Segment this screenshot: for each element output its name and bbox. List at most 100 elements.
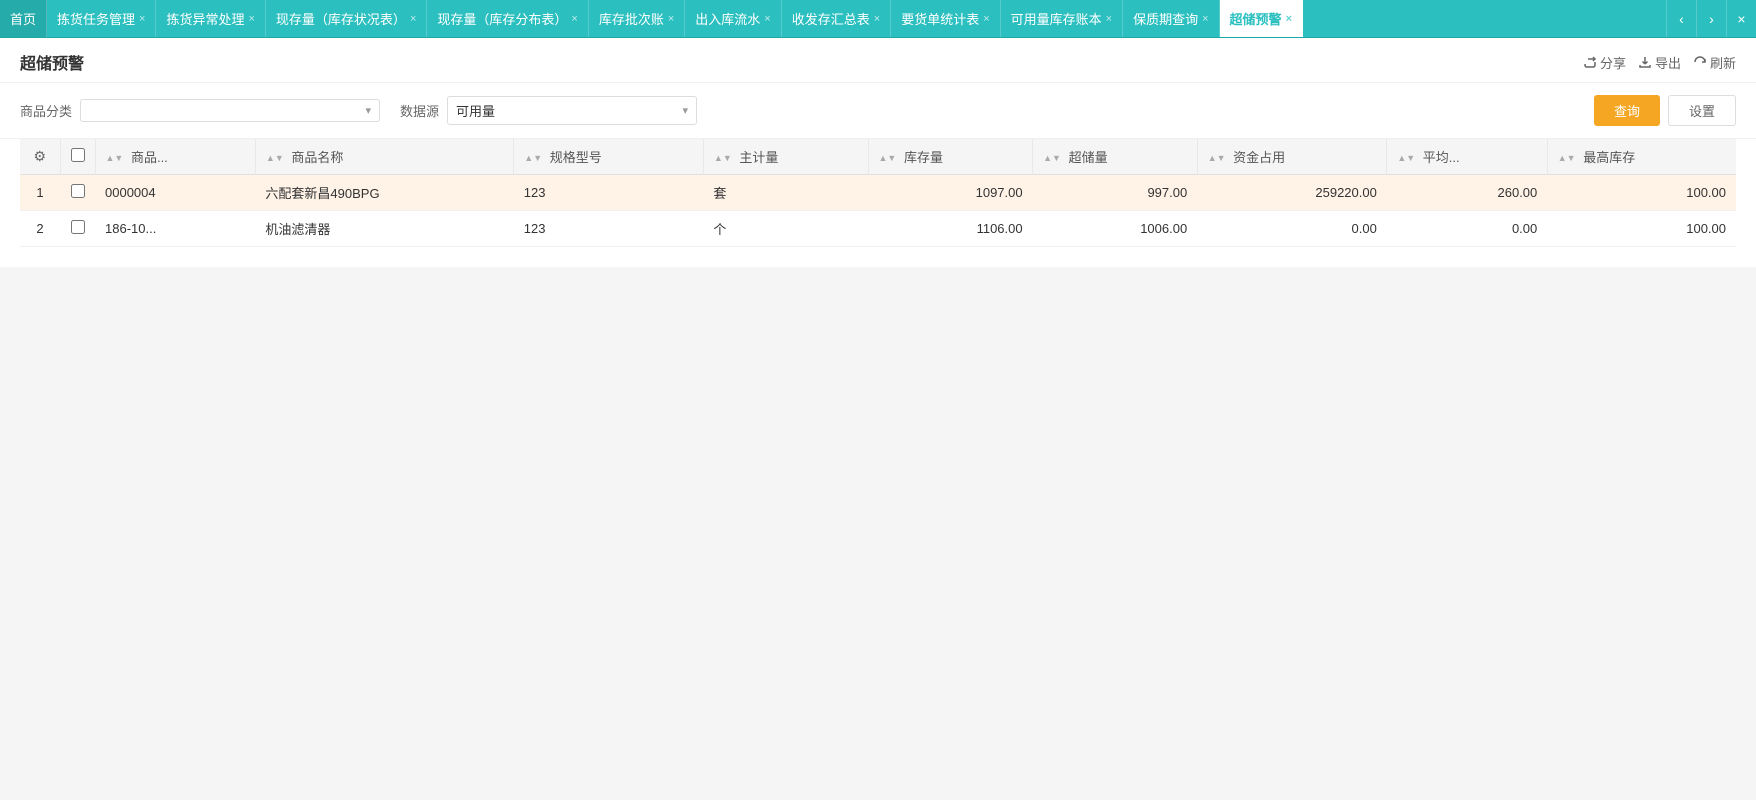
refresh-button[interactable]: 刷新 <box>1693 53 1736 72</box>
nav-tab-abnormal[interactable]: 拣货异常处理 × <box>156 0 265 38</box>
nav-tab-inventory-status-close[interactable]: × <box>410 13 416 25</box>
th-unit[interactable]: ▲▼ 主计量 <box>703 139 868 175</box>
category-select[interactable]: ▾ <box>80 99 380 122</box>
query-button[interactable]: 查询 <box>1594 95 1660 126</box>
nav-tab-order-stat-close[interactable]: × <box>983 13 989 25</box>
nav-tab-collect-close[interactable]: × <box>874 13 880 25</box>
nav-tab-inventory-status-label: 现存量（库存状况表） <box>276 9 406 28</box>
nav-tab-overstock[interactable]: 超储预警 × <box>1220 0 1303 38</box>
sort-code-icon: ▲▼ <box>106 154 124 163</box>
category-label: 商品分类 <box>20 101 72 120</box>
nav-tab-overstock-close[interactable]: × <box>1286 13 1292 25</box>
th-spec-label: 规格型号 <box>550 150 602 165</box>
nav-tab-task-close[interactable]: × <box>139 13 145 25</box>
table-row: 2 186-10... 机油滤清器 123 个 1106.00 1006.00 … <box>20 211 1736 247</box>
nav-tab-abnormal-close[interactable]: × <box>248 13 254 25</box>
nav-tab-in-out[interactable]: 出入库流水 × <box>685 0 781 38</box>
cell-stock-1: 1106.00 <box>868 211 1033 247</box>
nav-tab-quality[interactable]: 保质期查询 × <box>1123 0 1219 38</box>
cell-capital-0: 259220.00 <box>1197 175 1387 211</box>
nav-tab-quality-label: 保质期查询 <box>1133 9 1198 28</box>
th-code-label: 商品... <box>131 150 168 165</box>
th-code[interactable]: ▲▼ 商品... <box>95 139 255 175</box>
th-capital-label: 资金占用 <box>1233 150 1285 165</box>
table-row: 1 0000004 六配套新昌490BPG 123 套 1097.00 997.… <box>20 175 1736 211</box>
row-checkbox-1[interactable] <box>71 220 85 234</box>
nav-tab-available[interactable]: 可用量库存账本 × <box>1001 0 1123 38</box>
cell-overstock-0: 997.00 <box>1033 175 1198 211</box>
settings-button[interactable]: 设置 <box>1668 95 1736 126</box>
datasource-select-value: 可用量 <box>456 101 495 120</box>
nav-tab-inventory-status[interactable]: 现存量（库存状况表） × <box>266 0 427 38</box>
th-stock[interactable]: ▲▼ 库存量 <box>868 139 1033 175</box>
nav-tab-order-stat[interactable]: 要货单统计表 × <box>891 0 1000 38</box>
nav-tab-batch-label: 库存批次账 <box>599 9 664 28</box>
table-body: 1 0000004 六配套新昌490BPG 123 套 1097.00 997.… <box>20 175 1736 247</box>
nav-next-button[interactable]: › <box>1696 0 1726 38</box>
cell-code-0: 0000004 <box>95 175 255 211</box>
th-overstock[interactable]: ▲▼ 超储量 <box>1033 139 1198 175</box>
nav-tab-in-out-close[interactable]: × <box>764 13 770 25</box>
column-settings-icon[interactable]: ⚙ <box>33 148 46 164</box>
nav-prev-button[interactable]: ‹ <box>1666 0 1696 38</box>
nav-tab-available-close[interactable]: × <box>1106 13 1112 25</box>
sort-name-icon: ▲▼ <box>266 154 284 163</box>
refresh-icon <box>1693 55 1707 69</box>
th-spec[interactable]: ▲▼ 规格型号 <box>514 139 704 175</box>
sort-unit-icon: ▲▼ <box>714 154 732 163</box>
table-header: ⚙ ▲▼ 商品... ▲▼ 商品名称 ▲▼ 规格型号 <box>20 139 1736 175</box>
top-navigation: 首页 拣货任务管理 × 拣货异常处理 × 现存量（库存状况表） × 现存量（库存… <box>0 0 1756 38</box>
cell-avg-1: 0.00 <box>1387 211 1547 247</box>
nav-tab-batch-close[interactable]: × <box>668 13 674 25</box>
export-icon <box>1638 55 1652 69</box>
export-button[interactable]: 导出 <box>1638 53 1681 72</box>
nav-tab-collect[interactable]: 收发存汇总表 × <box>782 0 891 38</box>
nav-tab-home[interactable]: 首页 <box>0 0 47 38</box>
nav-tab-inventory-dist-label: 现存量（库存分布表） <box>437 9 567 28</box>
nav-more-button[interactable]: × <box>1726 0 1756 38</box>
share-label: 分享 <box>1600 53 1626 72</box>
share-icon <box>1583 55 1597 69</box>
nav-tab-inventory-dist[interactable]: 现存量（库存分布表） × <box>427 0 588 38</box>
nav-arrows: ‹ › × <box>1666 0 1756 38</box>
sort-capital-icon: ▲▼ <box>1208 154 1226 163</box>
datasource-dropdown-icon: ▾ <box>683 104 689 117</box>
cell-avg-0: 260.00 <box>1387 175 1547 211</box>
cell-row-num-0: 1 <box>20 175 60 211</box>
datasource-select[interactable]: 可用量 ▾ <box>447 96 697 125</box>
th-name[interactable]: ▲▼ 商品名称 <box>255 139 513 175</box>
cell-overstock-1: 1006.00 <box>1033 211 1198 247</box>
th-gear: ⚙ <box>20 139 60 175</box>
export-label: 导出 <box>1655 53 1681 72</box>
sort-spec-icon: ▲▼ <box>524 154 542 163</box>
nav-tab-in-out-label: 出入库流水 <box>695 9 760 28</box>
share-button[interactable]: 分享 <box>1583 53 1626 72</box>
category-filter: 商品分类 ▾ <box>20 99 380 122</box>
nav-tab-inventory-dist-close[interactable]: × <box>571 13 577 25</box>
nav-tab-task-mgmt[interactable]: 拣货任务管理 × <box>47 0 156 38</box>
data-table: ⚙ ▲▼ 商品... ▲▼ 商品名称 ▲▼ 规格型号 <box>20 139 1736 247</box>
nav-tab-order-stat-label: 要货单统计表 <box>901 9 979 28</box>
th-stock-label: 库存量 <box>904 150 943 165</box>
cell-name-1: 机油滤清器 <box>255 211 513 247</box>
sort-stock-icon: ▲▼ <box>879 154 897 163</box>
datasource-filter: 数据源 可用量 ▾ <box>400 96 697 125</box>
th-overstock-label: 超储量 <box>1069 150 1108 165</box>
th-capital[interactable]: ▲▼ 资金占用 <box>1197 139 1387 175</box>
nav-tab-home-label: 首页 <box>10 9 36 28</box>
cell-max-0: 100.00 <box>1547 175 1736 211</box>
th-checkbox <box>60 139 95 175</box>
cell-checkbox-1 <box>60 211 95 247</box>
page-header: 超储预警 分享 导出 <box>0 38 1756 83</box>
th-unit-label: 主计量 <box>739 150 778 165</box>
nav-tab-collect-label: 收发存汇总表 <box>792 9 870 28</box>
select-all-checkbox[interactable] <box>71 148 85 162</box>
nav-tab-batch[interactable]: 库存批次账 × <box>589 0 685 38</box>
row-checkbox-0[interactable] <box>71 184 85 198</box>
row-number: 1 <box>36 185 43 200</box>
cell-spec-1: 123 <box>514 211 704 247</box>
th-max[interactable]: ▲▼ 最高库存 <box>1547 139 1736 175</box>
nav-tab-quality-close[interactable]: × <box>1202 13 1208 25</box>
page-content: 超储预警 分享 导出 <box>0 38 1756 267</box>
th-avg[interactable]: ▲▼ 平均... <box>1387 139 1547 175</box>
